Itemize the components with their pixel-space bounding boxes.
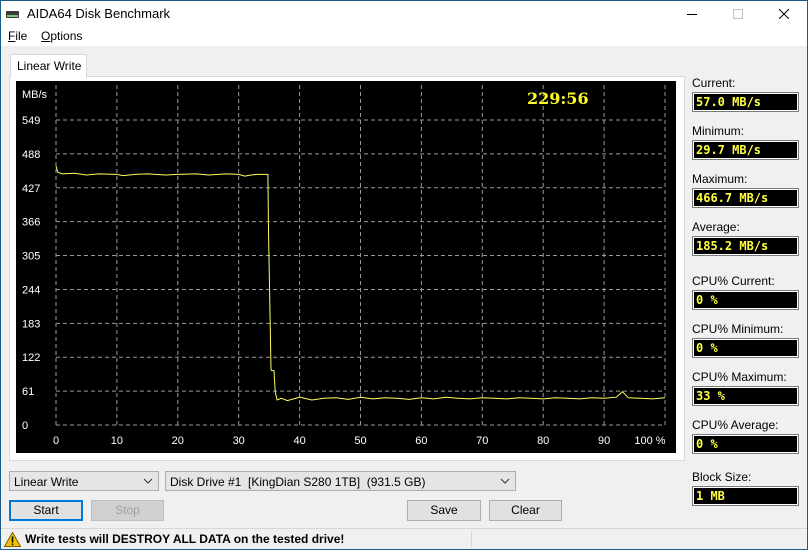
x-tick-label: 10 xyxy=(111,435,123,447)
status-bar: Write tests will DESTROY ALL DATA on the… xyxy=(1,528,807,550)
x-tick-label: 20 xyxy=(172,435,184,447)
average-value: 185.2 MB/s xyxy=(696,239,769,253)
window-title: AIDA64 Disk Benchmark xyxy=(27,6,171,21)
cpu-pct-current-value: 0 % xyxy=(696,293,718,307)
y-axis-label: MB/s xyxy=(22,89,48,101)
y-tick-label: 305 xyxy=(22,251,40,263)
title-bar: AIDA64 Disk Benchmark xyxy=(1,1,807,27)
cpu-pct-minimum-label: CPU% Minimum: xyxy=(692,322,784,336)
cpu-pct-average-value-box: 0 % xyxy=(692,434,799,454)
tab-label: Linear Write xyxy=(17,59,82,73)
test-type-select[interactable]: Linear Write xyxy=(9,471,159,491)
maximum-label: Maximum: xyxy=(692,172,748,186)
y-tick-label: 427 xyxy=(22,183,40,195)
maximize-button[interactable] xyxy=(715,1,761,27)
clear-label: Clear xyxy=(511,503,540,517)
cpu-pct-average-value: 0 % xyxy=(696,437,718,451)
block-size-label: Block Size: xyxy=(692,470,752,484)
y-tick-label: 366 xyxy=(22,217,40,229)
chart-svg: MB/s 549 488 427 366 305 244 183 122 61 0 0 10 20 30 40… xyxy=(22,85,666,447)
y-tick-label: 0 xyxy=(22,420,28,432)
y-tick-label: 61 xyxy=(22,386,34,398)
menu-options-accel: O xyxy=(41,29,51,43)
minimum-value: 29.7 MB/s xyxy=(696,143,762,157)
cpu-pct-average-label: CPU% Average: xyxy=(692,418,779,432)
benchmark-chart: MB/s 549 488 427 366 305 244 183 122 61 0 0 10 20 30 40… xyxy=(16,81,676,453)
y-tick-label: 183 xyxy=(22,318,40,330)
disk-drive-icon xyxy=(6,11,19,18)
block-size-value: 1 MB xyxy=(696,489,725,503)
minimum-label: Minimum: xyxy=(692,124,745,138)
app-window: AIDA64 Disk Benchmark File Options Linea… xyxy=(0,0,808,550)
stop-label: Stop xyxy=(115,503,140,517)
start-label: Start xyxy=(33,503,59,517)
cpu-pct-minimum-value-box: 0 % xyxy=(692,338,799,358)
cpu-pct-minimum-value: 0 % xyxy=(696,341,718,355)
block-size-value-box: 1 MB xyxy=(692,486,799,506)
minimum-value-box: 29.7 MB/s xyxy=(692,140,799,160)
close-icon xyxy=(779,9,789,19)
x-tick-label: 70 xyxy=(476,435,488,447)
start-button[interactable]: Start xyxy=(9,500,83,521)
warning-text: Write tests will DESTROY ALL DATA on the… xyxy=(25,532,345,546)
maximum-value-box: 466.7 MB/s xyxy=(692,188,799,208)
average-value-box: 185.2 MB/s xyxy=(692,236,799,256)
cpu-pct-maximum-value-box: 33 % xyxy=(692,386,799,406)
y-tick-label: 122 xyxy=(22,352,40,364)
drive-value: Disk Drive #1 [KingDian S280 1TB] (931.5… xyxy=(170,475,426,489)
x-tick-label: 40 xyxy=(293,435,305,447)
menu-bar: File Options xyxy=(1,27,807,46)
chevron-down-icon xyxy=(143,478,153,484)
cpu-pct-maximum-label: CPU% Maximum: xyxy=(692,370,787,384)
current-label: Current: xyxy=(692,76,736,90)
test-type-value: Linear Write xyxy=(14,475,79,489)
maximize-icon xyxy=(733,9,743,19)
y-tick-label: 549 xyxy=(22,115,40,127)
chevron-down-icon xyxy=(500,478,510,484)
menu-file-label: ile xyxy=(15,29,28,43)
current-value: 57.0 MB/s xyxy=(696,95,762,109)
clear-button[interactable]: Clear xyxy=(489,500,562,521)
menu-file[interactable]: File xyxy=(8,29,27,43)
stop-button[interactable]: Stop xyxy=(91,500,164,521)
elapsed-timer: 229:56 xyxy=(527,89,589,108)
minimize-icon xyxy=(687,14,697,15)
x-tick-label: 100 % xyxy=(634,435,665,447)
x-tick-label: 0 xyxy=(53,435,59,447)
x-tick-label: 90 xyxy=(598,435,610,447)
tab-linear-write[interactable]: Linear Write xyxy=(10,54,87,78)
x-tick-label: 80 xyxy=(537,435,549,447)
save-button[interactable]: Save xyxy=(407,500,481,521)
current-value-box: 57.0 MB/s xyxy=(692,92,799,112)
drive-select[interactable]: Disk Drive #1 [KingDian S280 1TB] (931.5… xyxy=(165,471,516,491)
cpu-pct-maximum-value: 33 % xyxy=(696,389,725,403)
average-label: Average: xyxy=(692,220,740,234)
cpu-pct-current-value-box: 0 % xyxy=(692,290,799,310)
y-tick-label: 244 xyxy=(22,284,40,296)
menu-options[interactable]: Options xyxy=(41,29,82,43)
menu-options-label: ptions xyxy=(50,29,83,43)
x-tick-label: 30 xyxy=(233,435,245,447)
warning-icon xyxy=(4,532,21,547)
x-tick-label: 50 xyxy=(354,435,366,447)
minimize-button[interactable] xyxy=(669,1,715,27)
y-tick-label: 488 xyxy=(22,149,40,161)
cpu-pct-current-label: CPU% Current: xyxy=(692,274,775,288)
save-label: Save xyxy=(430,503,458,517)
maximum-value: 466.7 MB/s xyxy=(696,191,769,205)
x-tick-label: 60 xyxy=(415,435,427,447)
status-divider xyxy=(471,531,472,548)
close-button[interactable] xyxy=(761,1,807,27)
